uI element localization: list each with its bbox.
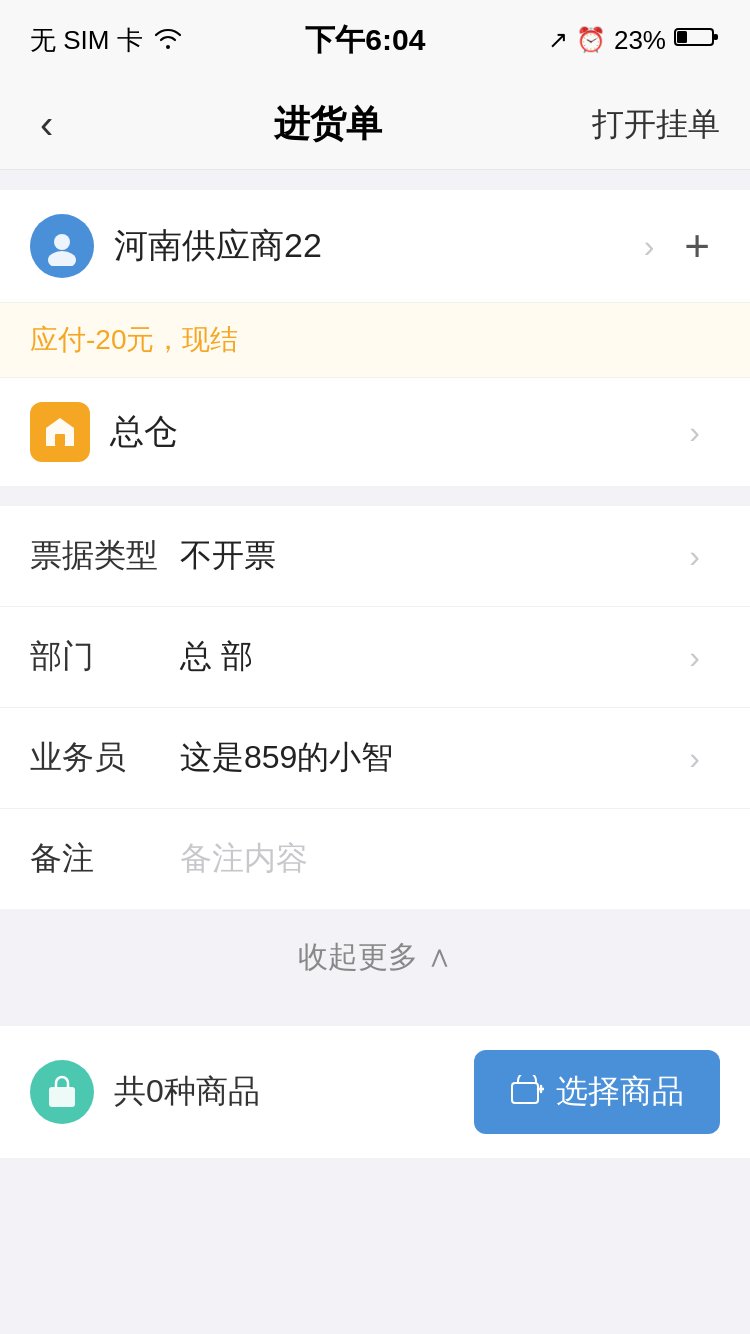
status-left: 无 SIM 卡: [30, 23, 183, 58]
svg-rect-1: [677, 31, 687, 43]
back-button[interactable]: ‹: [30, 92, 63, 157]
dept-chevron-icon: ›: [689, 639, 700, 676]
svg-point-3: [54, 234, 70, 250]
status-bar: 无 SIM 卡 下午6:04 ↗ ⏰ 23%: [0, 0, 750, 80]
time-label: 下午6:04: [305, 20, 425, 61]
supplier-section: 河南供应商22 › + 应付-20元，现结 总仓 ›: [0, 190, 750, 486]
ticket-type-chevron-icon: ›: [689, 538, 700, 575]
warehouse-icon: [30, 402, 90, 462]
sales-row[interactable]: 业务员 这是859的小智 ›: [0, 708, 750, 809]
location-icon: ↗: [548, 26, 568, 54]
carrier-label: 无 SIM 卡: [30, 23, 143, 58]
nav-bar: ‹ 进货单 打开挂单: [0, 80, 750, 170]
sales-value: 这是859的小智: [180, 736, 689, 780]
ticket-type-value: 不开票: [180, 534, 689, 578]
dept-label: 部门: [30, 635, 180, 679]
battery-label: 23%: [614, 25, 666, 56]
supplier-chevron-icon: ›: [644, 228, 655, 265]
goods-section: 共0种商品 选择商品: [0, 1026, 750, 1158]
ticket-type-label: 票据类型: [30, 534, 180, 578]
warehouse-name: 总仓: [110, 409, 689, 455]
svg-rect-5: [55, 434, 65, 446]
wifi-icon: [153, 25, 183, 56]
sales-label: 业务员: [30, 736, 180, 780]
ticket-type-row[interactable]: 票据类型 不开票 ›: [0, 506, 750, 607]
warehouse-chevron-icon: ›: [689, 414, 700, 451]
select-goods-label: 选择商品: [556, 1070, 684, 1114]
warehouse-row[interactable]: 总仓 ›: [0, 377, 750, 486]
add-button[interactable]: +: [674, 221, 720, 271]
supplier-avatar: [30, 214, 94, 278]
page-title: 进货单: [274, 100, 382, 149]
status-right: ↗ ⏰ 23%: [548, 25, 720, 56]
remark-input[interactable]: 备注内容: [180, 837, 720, 881]
supplier-row[interactable]: 河南供应商22 › +: [0, 190, 750, 303]
remark-row[interactable]: 备注 备注内容: [0, 809, 750, 909]
svg-rect-7: [512, 1083, 538, 1103]
open-pending-button[interactable]: 打开挂单: [592, 103, 720, 147]
remark-label: 备注: [30, 837, 180, 881]
select-goods-button[interactable]: 选择商品: [474, 1050, 720, 1134]
svg-rect-6: [49, 1087, 75, 1107]
svg-point-4: [48, 251, 76, 266]
supplier-name: 河南供应商22: [114, 223, 644, 269]
sales-chevron-icon: ›: [689, 740, 700, 777]
dept-row[interactable]: 部门 总 部 ›: [0, 607, 750, 708]
warning-text: 应付-20元，现结: [30, 324, 238, 355]
dept-value: 总 部: [180, 635, 689, 679]
goods-icon: [30, 1060, 94, 1124]
form-section: 票据类型 不开票 › 部门 总 部 › 业务员 这是859的小智 › 备注 备注…: [0, 506, 750, 909]
cart-icon: [510, 1075, 544, 1109]
page-background: [0, 1158, 750, 1334]
goods-count-label: 共0种商品: [114, 1070, 474, 1114]
battery-icon: [674, 25, 720, 56]
collapse-button[interactable]: 收起更多 ∧: [0, 909, 750, 1006]
svg-rect-2: [713, 34, 718, 40]
top-divider: [0, 170, 750, 190]
warning-banner: 应付-20元，现结: [0, 303, 750, 377]
clock-icon: ⏰: [576, 26, 606, 54]
